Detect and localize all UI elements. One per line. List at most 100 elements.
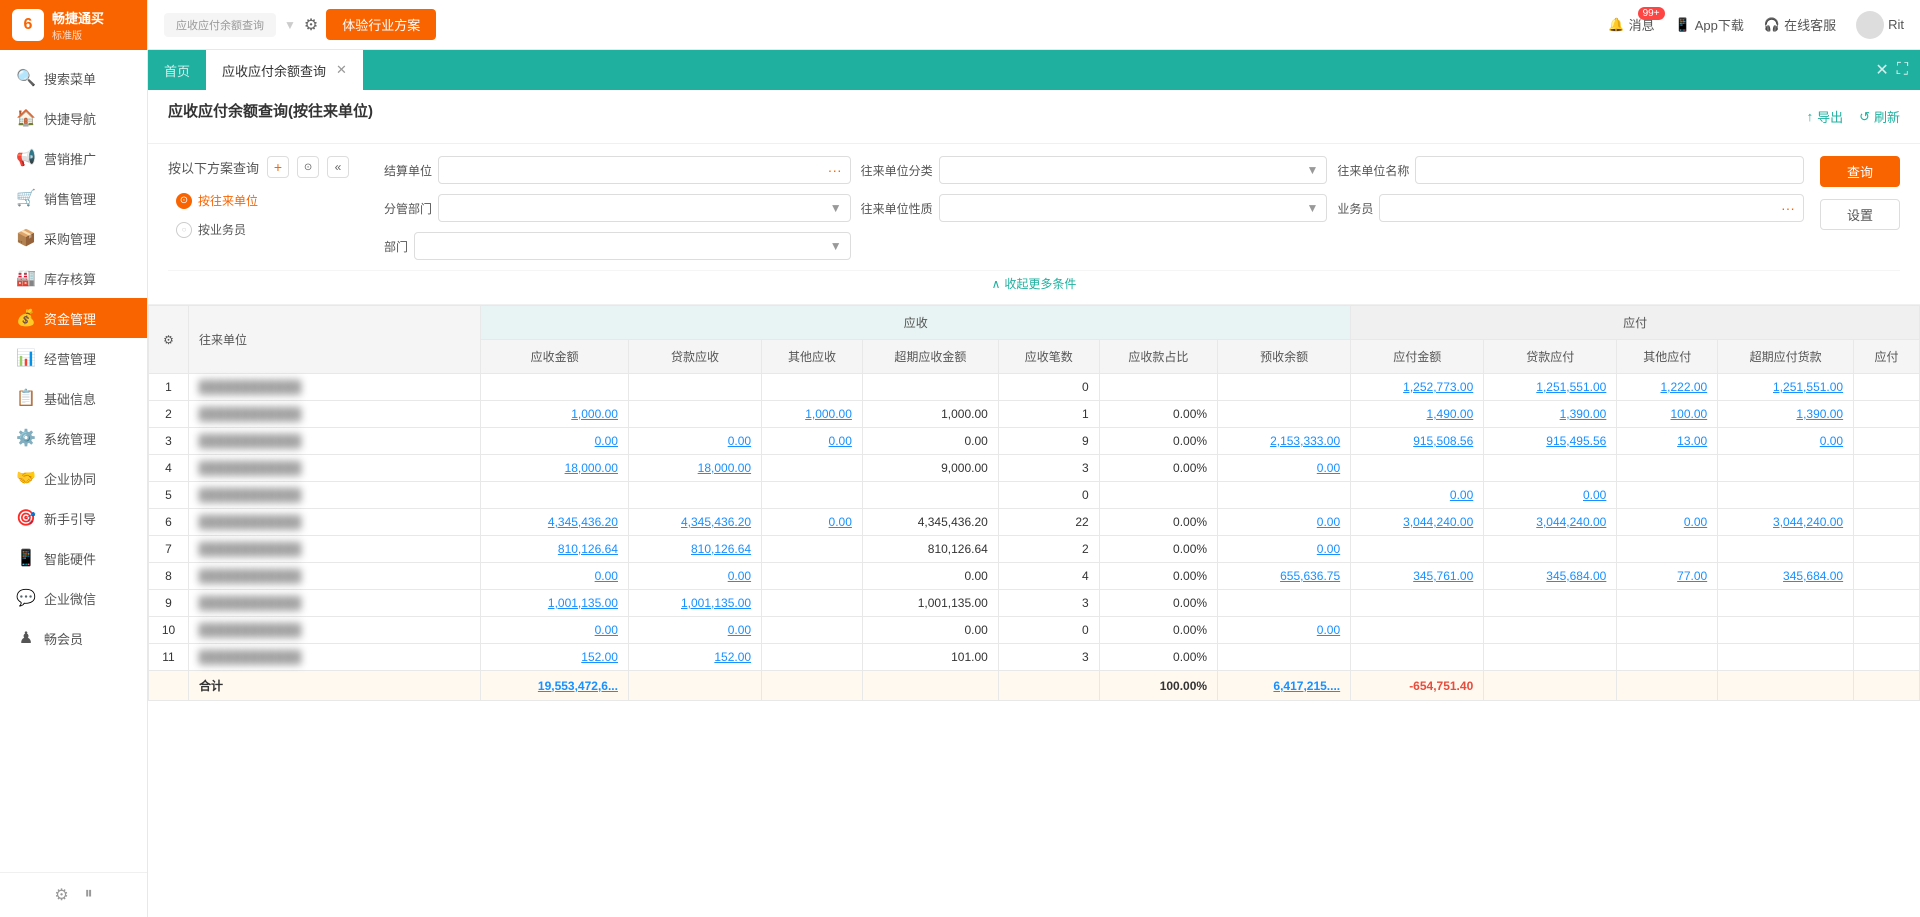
row-cell-2[interactable]: 1,001,135.00 <box>481 590 629 617</box>
row-cell-10[interactable]: 0.00 <box>1484 482 1617 509</box>
setup-btn[interactable]: 设置 <box>1820 199 1900 230</box>
settings-icon[interactable]: ⚙ <box>304 15 318 35</box>
row-cell-11[interactable]: 1,222.00 <box>1617 374 1718 401</box>
field-wanglai-xingzhi-input[interactable]: ▼ <box>939 194 1328 222</box>
tab-close-icon[interactable]: ✕ <box>336 62 347 78</box>
sidebar-item-member[interactable]: ♟ 畅会员 <box>0 618 147 658</box>
row-cell-11[interactable]: 13.00 <box>1617 428 1718 455</box>
field-wanglai-fenlei-input[interactable]: ▼ <box>939 156 1328 184</box>
row-cell-11[interactable]: 0.00 <box>1617 509 1718 536</box>
filter-by-unit[interactable]: ⊙ 按往来单位 <box>168 188 368 213</box>
row-cell-11[interactable]: 77.00 <box>1617 563 1718 590</box>
row-cell-12[interactable]: 1,251,551.00 <box>1718 374 1854 401</box>
online-service-btn[interactable]: 🎧 在线客服 <box>1764 15 1836 34</box>
query-btn[interactable]: 查询 <box>1820 156 1900 187</box>
row-cell-9[interactable]: 3,044,240.00 <box>1351 509 1484 536</box>
row-cell-3[interactable]: 152.00 <box>628 644 761 671</box>
th-yingshou-group: 应收 <box>481 306 1351 340</box>
row-cell-8[interactable]: 655,636.75 <box>1218 563 1351 590</box>
field-yewuyuan-input[interactable]: ··· <box>1379 194 1804 222</box>
row-cell-2[interactable]: 18,000.00 <box>481 455 629 482</box>
row-cell-10[interactable]: 1,251,551.00 <box>1484 374 1617 401</box>
sidebar-item-finance[interactable]: 💰 资金管理 <box>0 298 147 338</box>
tab-close-all-btn[interactable]: ✕ <box>1875 60 1888 80</box>
row-cell-2[interactable]: 1,000.00 <box>481 401 629 428</box>
row-cell-10[interactable]: 3,044,240.00 <box>1484 509 1617 536</box>
row-cell-2[interactable]: 0.00 <box>481 428 629 455</box>
field-bumen-input[interactable]: ▼ <box>414 232 851 260</box>
row-cell-8[interactable]: 2,153,333.00 <box>1218 428 1351 455</box>
row-cell-2[interactable]: 152.00 <box>481 644 629 671</box>
row-cell-9[interactable]: 345,761.00 <box>1351 563 1484 590</box>
row-cell-2[interactable]: 4,345,436.20 <box>481 509 629 536</box>
export-btn[interactable]: ↑ 导出 <box>1807 107 1844 126</box>
refresh-btn[interactable]: ↺ 刷新 <box>1859 107 1900 126</box>
field-jiesuan-input[interactable]: ··· <box>438 156 851 184</box>
row-cell-10[interactable]: 1,390.00 <box>1484 401 1617 428</box>
row-cell-10[interactable]: 345,684.00 <box>1484 563 1617 590</box>
filter-settings-btn[interactable]: ⊙ <box>297 156 319 178</box>
row-cell-8[interactable]: 0.00 <box>1218 536 1351 563</box>
row-cell-9[interactable]: 0.00 <box>1351 482 1484 509</box>
row-cell-8[interactable]: 0.00 <box>1218 617 1351 644</box>
row-cell-6: 0 <box>998 617 1099 644</box>
row-cell-2[interactable]: 0.00 <box>481 563 629 590</box>
tab-home[interactable]: 首页 <box>148 50 206 90</box>
row-cell-2[interactable]: 810,126.64 <box>481 536 629 563</box>
row-cell-9[interactable]: 1,490.00 <box>1351 401 1484 428</box>
filter-collapse-btn[interactable]: « <box>327 156 349 178</box>
field-fenguan-input[interactable]: ▼ <box>438 194 851 222</box>
row-cell-9[interactable]: 1,252,773.00 <box>1351 374 1484 401</box>
row-cell-12[interactable]: 0.00 <box>1718 428 1854 455</box>
footer-yushou[interactable]: 6,417,215.... <box>1218 671 1351 701</box>
row-cell-8[interactable]: 0.00 <box>1218 455 1351 482</box>
sidebar-item-basic-info[interactable]: 📋 基础信息 <box>0 378 147 418</box>
th-yushou-yue: 预收余额 <box>1218 340 1351 374</box>
field-wanglai-name-input[interactable] <box>1415 156 1804 184</box>
sidebar-item-enterprise-wechat[interactable]: 💬 企业微信 <box>0 578 147 618</box>
row-cell-4[interactable]: 1,000.00 <box>762 401 863 428</box>
sidebar-item-quick-nav[interactable]: 🏠 快捷导航 <box>0 98 147 138</box>
row-cell-3[interactable]: 810,126.64 <box>628 536 761 563</box>
sidebar-settings-btn[interactable]: ⚙ <box>54 885 68 905</box>
sidebar-item-operations[interactable]: 📊 经营管理 <box>0 338 147 378</box>
sidebar-collapse-btn[interactable]: ⏸ <box>85 885 93 905</box>
sidebar-item-inventory[interactable]: 🏭 库存核算 <box>0 258 147 298</box>
footer-yingshou-je[interactable]: 19,553,472,6... <box>481 671 629 701</box>
filter-by-staff[interactable]: ○ 按业务员 <box>168 217 368 242</box>
sidebar-item-enterprise[interactable]: 🤝 企业协同 <box>0 458 147 498</box>
logo-icon: 6 <box>12 9 44 41</box>
row-cell-4[interactable]: 0.00 <box>762 509 863 536</box>
row-cell-3[interactable]: 0.00 <box>628 428 761 455</box>
sidebar-item-purchase[interactable]: 📦 采购管理 <box>0 218 147 258</box>
row-cell-12[interactable]: 345,684.00 <box>1718 563 1854 590</box>
sidebar-item-sales[interactable]: 🛒 销售管理 <box>0 178 147 218</box>
row-cell-3[interactable]: 18,000.00 <box>628 455 761 482</box>
sidebar-item-system[interactable]: ⚙️ 系统管理 <box>0 418 147 458</box>
th-settings[interactable]: ⚙ <box>149 306 189 374</box>
row-cell-9[interactable]: 915,508.56 <box>1351 428 1484 455</box>
user-menu[interactable]: Rit <box>1856 11 1904 39</box>
row-cell-4[interactable]: 0.00 <box>762 428 863 455</box>
row-cell-3[interactable]: 0.00 <box>628 563 761 590</box>
row-cell-12[interactable]: 3,044,240.00 <box>1718 509 1854 536</box>
row-cell-3[interactable]: 0.00 <box>628 617 761 644</box>
collapse-more-btn[interactable]: ∧ 收起更多条件 <box>992 275 1077 292</box>
sidebar-item-guide[interactable]: 🎯 新手引导 <box>0 498 147 538</box>
row-cell-10[interactable]: 915,495.56 <box>1484 428 1617 455</box>
app-download-btn[interactable]: 📱 App下载 <box>1675 15 1744 34</box>
messages-btn[interactable]: 🔔 消息 99+ <box>1608 15 1654 34</box>
sidebar-item-search[interactable]: 🔍 搜索菜单 <box>0 58 147 98</box>
trial-btn[interactable]: 体验行业方案 <box>326 9 436 40</box>
row-cell-2[interactable]: 0.00 <box>481 617 629 644</box>
sidebar-item-marketing[interactable]: 📢 营销推广 <box>0 138 147 178</box>
sidebar-item-smart-hardware[interactable]: 📱 智能硬件 <box>0 538 147 578</box>
row-cell-3[interactable]: 1,001,135.00 <box>628 590 761 617</box>
row-cell-11[interactable]: 100.00 <box>1617 401 1718 428</box>
tab-query[interactable]: 应收应付余额查询 ✕ <box>206 50 363 90</box>
row-cell-8[interactable]: 0.00 <box>1218 509 1351 536</box>
add-filter-btn[interactable]: + <box>267 156 289 178</box>
row-cell-3[interactable]: 4,345,436.20 <box>628 509 761 536</box>
row-cell-12[interactable]: 1,390.00 <box>1718 401 1854 428</box>
tab-expand-btn[interactable]: ⛶ <box>1897 61 1908 79</box>
